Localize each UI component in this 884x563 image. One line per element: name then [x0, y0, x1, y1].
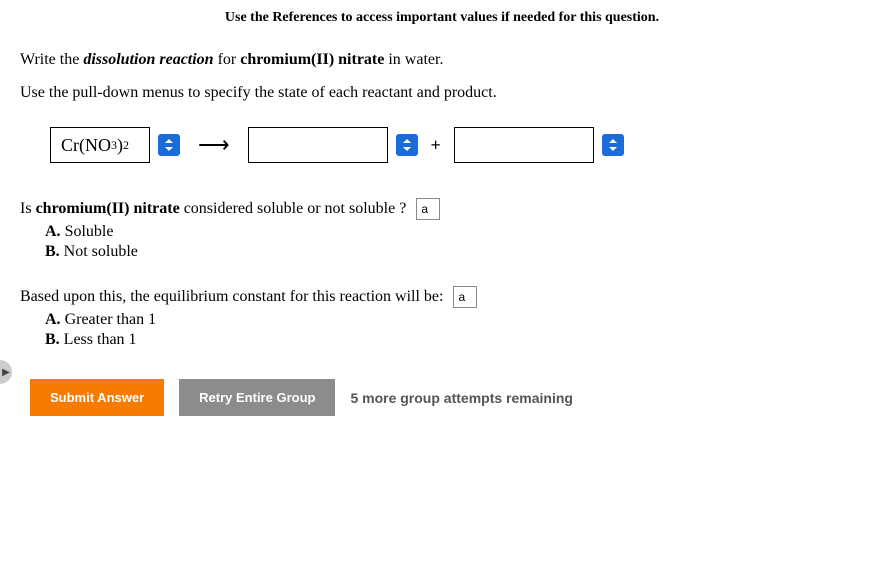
prompt-dissolution: Write the dissolution reaction for chrom…: [20, 51, 864, 69]
formula-part: Cr(NO: [61, 135, 111, 156]
attempts-remaining: 5 more group attempts remaining: [350, 390, 572, 406]
option-text: Greater than 1: [61, 311, 157, 328]
solubility-options: A. Soluble B. Not soluble: [45, 223, 864, 261]
option-b: B. Less than 1: [45, 331, 864, 349]
question-equilibrium: Based upon this, the equilibrium constan…: [20, 286, 864, 349]
text-emphasis: dissolution reaction: [83, 51, 213, 68]
action-row: Submit Answer Retry Entire Group 5 more …: [30, 379, 864, 416]
references-hint: Use the References to access important v…: [20, 10, 864, 26]
equilibrium-answer-input[interactable]: [453, 286, 477, 308]
updown-arrows-icon: [164, 139, 174, 151]
text: Write the: [20, 51, 83, 68]
updown-arrows-icon: [402, 139, 412, 151]
option-text: Not soluble: [60, 243, 138, 260]
plus-sign: +: [431, 135, 441, 156]
text: considered soluble or not soluble ?: [180, 200, 407, 217]
prompt-pulldown: Use the pull-down menus to specify the s…: [20, 84, 864, 102]
retry-button[interactable]: Retry Entire Group: [179, 379, 335, 416]
option-label: A.: [45, 223, 61, 240]
updown-arrows-icon: [608, 139, 618, 151]
question-text: Based upon this, the equilibrium constan…: [20, 288, 443, 306]
option-label: B.: [45, 243, 60, 260]
product1-input[interactable]: [248, 127, 388, 163]
side-expand-icon[interactable]: ▶: [0, 360, 12, 384]
text: in water.: [384, 51, 443, 68]
state-dropdown-product1[interactable]: [396, 134, 418, 156]
compound-name: chromium(II) nitrate: [240, 51, 384, 68]
option-text: Less than 1: [60, 331, 137, 348]
equation-row: Cr(NO3)2 ⟶ +: [50, 127, 864, 163]
question-text: Is chromium(II) nitrate considered solub…: [20, 200, 406, 218]
option-label: B.: [45, 331, 60, 348]
option-text: Soluble: [61, 223, 114, 240]
state-dropdown-reactant[interactable]: [158, 134, 180, 156]
formula-sub: 2: [123, 138, 129, 153]
product2-input[interactable]: [454, 127, 594, 163]
question-solubility: Is chromium(II) nitrate considered solub…: [20, 198, 864, 261]
text: for: [214, 51, 241, 68]
text: Is: [20, 200, 36, 217]
equilibrium-options: A. Greater than 1 B. Less than 1: [45, 311, 864, 349]
submit-button[interactable]: Submit Answer: [30, 379, 164, 416]
reactant-formula: Cr(NO3)2: [50, 127, 150, 163]
reaction-arrow-icon: ⟶: [198, 132, 230, 158]
option-a: A. Greater than 1: [45, 311, 864, 329]
solubility-answer-input[interactable]: [416, 198, 440, 220]
state-dropdown-product2[interactable]: [602, 134, 624, 156]
compound-name: chromium(II) nitrate: [36, 200, 180, 217]
option-label: A.: [45, 311, 61, 328]
option-a: A. Soluble: [45, 223, 864, 241]
option-b: B. Not soluble: [45, 243, 864, 261]
